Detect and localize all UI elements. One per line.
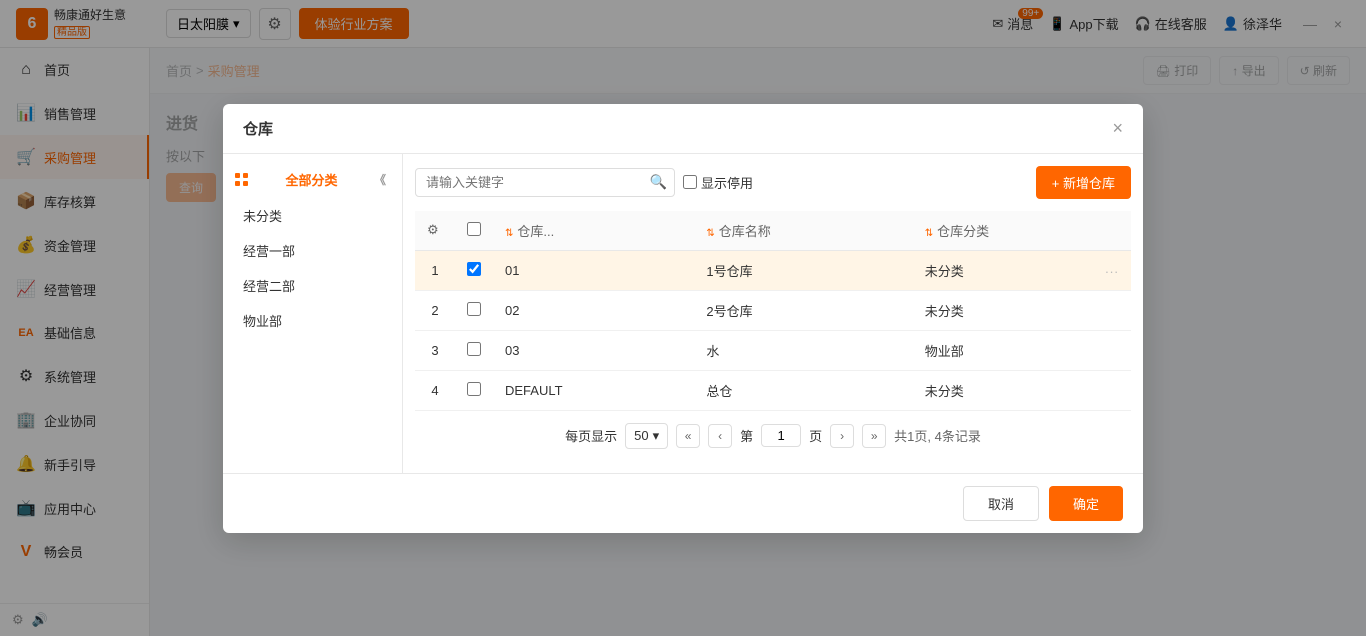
row-name: 2号仓库 [694,290,912,330]
row-num: 2 [415,290,455,330]
col-header-checkbox [455,211,493,251]
modal-overlay: 仓库 × 全部分类 《 未分类 经营一部 经营二部 [0,0,1366,636]
warehouse-table: ⚙ ⇅仓库... ⇅仓库名称 ⇅仓库分类 1 01 1号仓库 未分类... 2 … [415,211,1131,411]
modal-footer: 取消 确定 [223,473,1143,533]
modal-body: 全部分类 《 未分类 经营一部 经营二部 物业部 🔍 [223,154,1143,473]
page-label: 第 [740,426,753,445]
page-input[interactable] [761,424,801,447]
search-button[interactable]: 🔍 [650,174,667,191]
row-num: 4 [415,370,455,410]
per-page-select[interactable]: 50 ▾ [625,423,668,449]
table-row[interactable]: 2 02 2号仓库 未分类 [415,290,1131,330]
row-checkbox[interactable] [455,330,493,370]
modal-title: 仓库 [243,118,273,139]
search-input[interactable] [415,168,675,197]
row-category: 未分类... [913,250,1131,290]
select-all-checkbox[interactable] [467,222,481,236]
table-row[interactable]: 1 01 1号仓库 未分类... [415,250,1131,290]
row-code: 01 [493,250,694,290]
modal-close-btn[interactable]: × [1112,118,1123,139]
show-disabled-checkbox[interactable] [683,175,697,189]
row-num: 1 [415,250,455,290]
page-unit: 页 [809,426,822,445]
row-category: 未分类 [913,290,1131,330]
category-item-property[interactable]: 物业部 [223,303,402,338]
show-disabled-label: 显示停用 [683,173,753,192]
row-name: 1号仓库 [694,250,912,290]
col-header-name: ⇅仓库名称 [694,211,912,251]
table-panel: 🔍 显示停用 + 新增仓库 ⚙ ⇅仓库... [403,154,1143,473]
all-categories-label: 全部分类 [285,170,337,189]
per-page-label: 每页显示 [565,426,617,445]
row-checkbox[interactable] [455,250,493,290]
col-header-settings: ⚙ [415,211,455,251]
row-name: 水 [694,330,912,370]
row-code: 03 [493,330,694,370]
pagination-bar: 每页显示 50 ▾ « ‹ 第 页 › » 共1页, 4条记录 [415,411,1131,461]
category-item-dept2[interactable]: 经营二部 [223,268,402,303]
category-grid-icon [235,173,249,187]
modal-header: 仓库 × [223,104,1143,154]
row-checkbox[interactable] [455,370,493,410]
prev-page-btn[interactable]: ‹ [708,424,732,448]
category-item-unclassified[interactable]: 未分类 [223,198,402,233]
col-header-category: ⇅仓库分类 [913,211,1131,251]
row-code: DEFAULT [493,370,694,410]
row-category: 未分类 [913,370,1131,410]
col-header-code: ⇅仓库... [493,211,694,251]
row-name: 总仓 [694,370,912,410]
table-row[interactable]: 4 DEFAULT 总仓 未分类 [415,370,1131,410]
cancel-button[interactable]: 取消 [963,486,1039,521]
next-page-btn[interactable]: › [830,424,854,448]
category-panel: 全部分类 《 未分类 经营一部 经营二部 物业部 [223,154,403,473]
warehouse-modal: 仓库 × 全部分类 《 未分类 经营一部 经营二部 [223,104,1143,533]
row-code: 02 [493,290,694,330]
table-toolbar: 🔍 显示停用 + 新增仓库 [415,166,1131,199]
last-page-btn[interactable]: » [862,424,886,448]
row-num: 3 [415,330,455,370]
table-row[interactable]: 3 03 水 物业部 [415,330,1131,370]
collapse-btn[interactable]: 《 [370,170,390,190]
per-page-chevron: ▾ [653,428,660,444]
first-page-btn[interactable]: « [676,424,700,448]
page-summary: 共1页, 4条记录 [894,426,981,445]
add-warehouse-btn[interactable]: + 新增仓库 [1036,166,1131,199]
row-checkbox[interactable] [455,290,493,330]
confirm-button[interactable]: 确定 [1049,486,1123,521]
category-item-dept1[interactable]: 经营一部 [223,233,402,268]
category-header: 全部分类 《 [223,162,402,198]
search-input-wrap: 🔍 [415,168,675,197]
row-category: 物业部 [913,330,1131,370]
